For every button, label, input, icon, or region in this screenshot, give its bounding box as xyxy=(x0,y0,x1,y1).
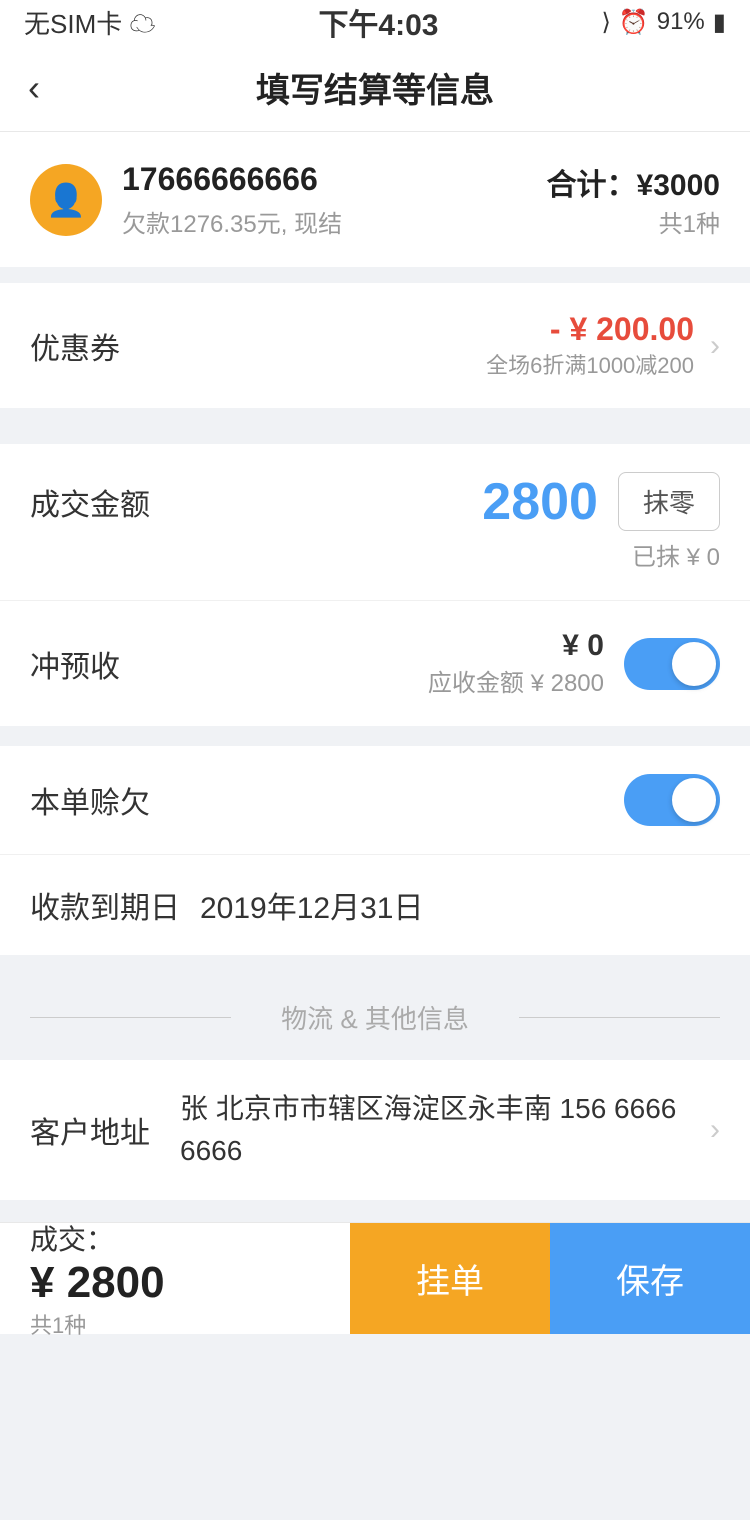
avatar: 👤 xyxy=(30,164,102,236)
amount-right: 2800 抹零 xyxy=(482,472,720,531)
customer-card: 👤 17666666666 欠款1276.35元, 现结 合计：¥3000 共1… xyxy=(0,132,750,267)
section-gap-2 xyxy=(0,726,750,746)
bottom-buttons: 挂单 保存 xyxy=(350,1223,750,1334)
bottom-bar: 成交： ¥ 2800 共1种 挂单 保存 xyxy=(0,1222,750,1334)
coupon-desc: 全场6折满1000减200 xyxy=(486,348,694,380)
customer-sub: 欠款1276.35元, 现结 xyxy=(122,204,342,239)
customer-phone: 17666666666 xyxy=(122,161,342,198)
coupon-right: - ¥ 200.00 全场6折满1000减200 › xyxy=(486,311,720,380)
status-time: 下午4:03 xyxy=(318,0,438,44)
address-chevron-icon: › xyxy=(710,1113,720,1147)
address-value: 张 北京市市辖区海淀区永丰南 156 6666 6666 xyxy=(180,1088,710,1172)
bottom-left: 成交： ¥ 2800 共1种 xyxy=(0,1218,350,1340)
divider-line-right xyxy=(519,1017,720,1018)
location-icon: ⟩ xyxy=(601,8,610,37)
prepay-sub: 应收金额 ¥ 2800 xyxy=(428,663,604,698)
status-right: ⟩ ⏰ 91% ▮ xyxy=(601,8,726,37)
battery-text: 91% xyxy=(657,8,705,36)
sim-status: 无SIM卡 ☁ xyxy=(24,4,155,41)
total-amount: 合计：¥3000 xyxy=(547,160,720,204)
customer-info: 17666666666 欠款1276.35元, 现结 xyxy=(122,161,342,239)
back-button[interactable]: ‹ xyxy=(28,67,40,109)
logistics-text: 物流 & 其他信息 xyxy=(281,999,469,1036)
coupon-section[interactable]: 优惠券 - ¥ 200.00 全场6折满1000减200 › xyxy=(0,283,750,408)
prepay-value: ¥ 0 xyxy=(428,629,604,663)
round-button[interactable]: 抹零 xyxy=(618,472,720,531)
section-gap-3 xyxy=(0,955,750,975)
prepay-amount: ¥ 0 应收金额 ¥ 2800 xyxy=(428,629,604,698)
amount-section: 成交金额 2800 抹零 已抹 ¥ 0 xyxy=(0,444,750,600)
prepay-right: ¥ 0 应收金额 ¥ 2800 xyxy=(428,629,720,698)
save-button[interactable]: 保存 xyxy=(550,1223,750,1334)
prepay-toggle[interactable] xyxy=(624,638,720,690)
amount-sub: 已抹 ¥ 0 xyxy=(30,537,720,572)
battery-icon: ▮ xyxy=(713,8,726,37)
duedate-label: 收款到期日 xyxy=(30,883,180,927)
amount-row: 成交金额 2800 抹零 xyxy=(30,472,720,531)
status-bar: 无SIM卡 ☁ 下午4:03 ⟩ ⏰ 91% ▮ xyxy=(0,0,750,44)
debt-section: 本单赊欠 xyxy=(0,746,750,854)
suspend-button[interactable]: 挂单 xyxy=(350,1223,550,1334)
debt-toggle[interactable] xyxy=(624,774,720,826)
duedate-value: 2019年12月31日 xyxy=(200,883,423,927)
alarm-icon: ⏰ xyxy=(619,8,649,37)
amount-label: 成交金额 xyxy=(30,480,150,524)
coupon-discount: - ¥ 200.00 xyxy=(486,311,694,348)
divider-line-left xyxy=(30,1017,231,1018)
prepay-row: 冲预收 ¥ 0 应收金额 ¥ 2800 xyxy=(30,629,720,698)
coupon-label: 优惠券 xyxy=(30,324,120,368)
coupon-info: - ¥ 200.00 全场6折满1000减200 xyxy=(486,311,694,380)
status-left: 无SIM卡 ☁ xyxy=(24,4,155,41)
logistics-divider: 物流 & 其他信息 xyxy=(0,975,750,1060)
page-title: 填写结算等信息 xyxy=(256,63,494,112)
prepay-label: 冲预收 xyxy=(30,642,120,686)
bottom-amount: ¥ 2800 xyxy=(30,1258,320,1308)
nav-bar: ‹ 填写结算等信息 xyxy=(0,44,750,132)
bottom-deal-label: 成交： xyxy=(30,1218,320,1258)
section-gap-1 xyxy=(0,424,750,444)
customer-left: 👤 17666666666 欠款1276.35元, 现结 xyxy=(30,161,342,239)
prepay-section: 冲预收 ¥ 0 应收金额 ¥ 2800 xyxy=(0,600,750,726)
customer-right: 合计：¥3000 共1种 xyxy=(547,160,720,239)
amount-value: 2800 xyxy=(482,476,598,528)
address-label: 客户地址 xyxy=(30,1108,150,1152)
address-section[interactable]: 客户地址 张 北京市市辖区海淀区永丰南 156 6666 6666 › xyxy=(0,1060,750,1200)
chevron-right-icon: › xyxy=(710,329,720,363)
duedate-section: 收款到期日 2019年12月31日 xyxy=(0,854,750,955)
total-count: 共1种 xyxy=(547,204,720,239)
debt-label: 本单赊欠 xyxy=(30,778,150,822)
